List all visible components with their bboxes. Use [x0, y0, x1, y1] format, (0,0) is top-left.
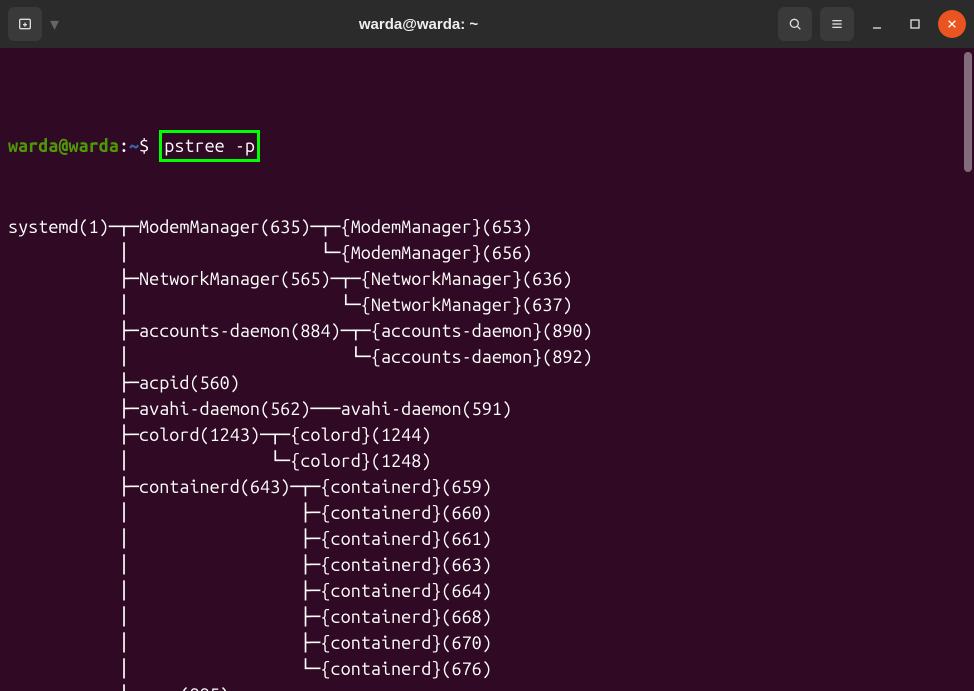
- close-button[interactable]: [938, 10, 966, 38]
- scrollbar-thumb[interactable]: [964, 52, 972, 172]
- pstree-output: systemd(1)─┬─ModemManager(635)─┬─{ModemM…: [8, 214, 966, 691]
- titlebar-divider: ▾: [50, 14, 59, 35]
- prompt-path: ~: [129, 136, 139, 156]
- menu-button[interactable]: [820, 7, 854, 41]
- search-button[interactable]: [778, 7, 812, 41]
- terminal-viewport[interactable]: warda@warda:~$ pstree -p systemd(1)─┬─Mo…: [0, 48, 974, 691]
- maximize-button[interactable]: [900, 9, 930, 39]
- window-title: warda@warda: ~: [67, 16, 770, 33]
- new-tab-button[interactable]: [8, 7, 42, 41]
- minimize-button[interactable]: [862, 9, 892, 39]
- command-highlight: pstree -p: [159, 130, 260, 162]
- prompt-line: warda@warda:~$ pstree -p: [8, 130, 966, 162]
- prompt-user: warda: [8, 136, 58, 156]
- command-text: pstree -p: [164, 136, 255, 156]
- window-titlebar: ▾ warda@warda: ~: [0, 0, 974, 48]
- prompt-host: warda: [69, 136, 119, 156]
